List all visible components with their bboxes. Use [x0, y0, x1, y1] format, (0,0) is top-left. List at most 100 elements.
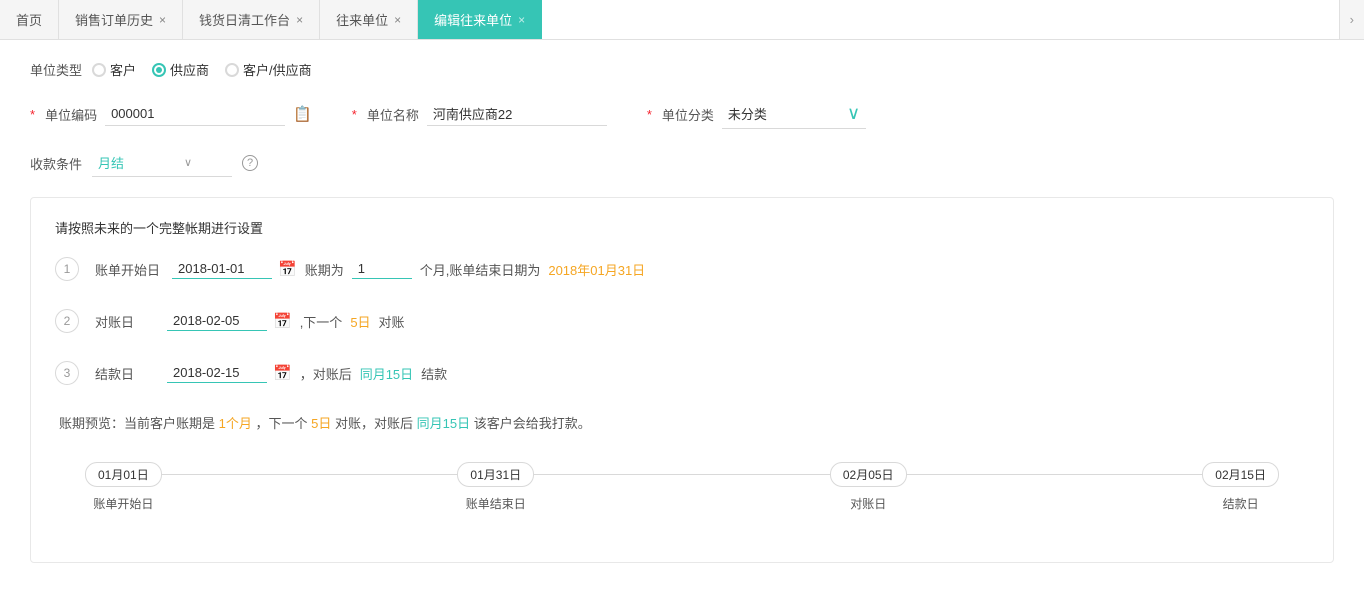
step-2-number: 2 — [55, 309, 79, 333]
tab-sales-history-close[interactable]: × — [159, 13, 166, 27]
unit-name-group: * 单位名称 — [352, 102, 607, 126]
timeline-wrapper: 01月01日 账单开始日 01月31日 账单结束日 02月05日 对账日 02月… — [55, 452, 1309, 542]
step-2-desc-prefix: ,下一个 — [300, 312, 343, 331]
timeline-node-1-label: 账单开始日 — [93, 495, 153, 512]
step-3-calendar[interactable]: 📅 — [273, 364, 292, 382]
tab-home[interactable]: 首页 — [0, 0, 59, 39]
step-3-label: 结款日 — [95, 364, 155, 383]
timeline-node-4: 02月15日 结款日 — [1202, 462, 1279, 512]
radio-supplier[interactable]: 供应商 — [152, 60, 209, 79]
preview-part1: 1个月 — [219, 416, 252, 431]
step-1-suffix: 个月,账单结束日期为 — [420, 260, 541, 279]
tab-cash-work-label: 钱货日清工作台 — [199, 10, 290, 29]
preview-label: 账期预览：当前客户账期是 — [59, 416, 215, 431]
preview-middle1: ，下一个 — [256, 416, 308, 431]
unit-code-star: * — [30, 107, 35, 122]
tab-sales-history[interactable]: 销售订单历史 × — [59, 0, 183, 39]
radio-customer-supplier-circle — [225, 63, 239, 77]
payment-terms-select[interactable]: 月结 ∨ — [92, 149, 232, 177]
preview-part3: 同月15日 — [417, 416, 470, 431]
step-1-date-input[interactable] — [172, 259, 272, 279]
step-3-desc-suffix: 结款 — [421, 364, 447, 383]
unit-code-input[interactable] — [105, 102, 285, 126]
tab-partner-units[interactable]: 往来单位 × — [320, 0, 418, 39]
step-1-number: 1 — [55, 257, 79, 281]
unit-code-icon[interactable]: 📋 — [293, 105, 312, 123]
timeline-node-3-date: 02月05日 — [830, 462, 907, 487]
step-3-date-input[interactable] — [167, 363, 267, 383]
unit-type-label: 单位类型 — [30, 60, 82, 79]
unit-classify-group: * 单位分类 未分类 ∨ — [647, 99, 866, 129]
tab-partner-units-close[interactable]: × — [394, 13, 401, 27]
step-3-highlight: 同月15日 — [360, 364, 413, 383]
step-1-calendar[interactable]: 📅 — [278, 260, 297, 278]
payment-terms-value: 月结 — [98, 153, 124, 172]
unit-type-row: 单位类型 客户 供应商 客户/供应商 — [30, 60, 1334, 79]
tab-bar: 首页 销售订单历史 × 钱货日清工作台 × 往来单位 × 编辑往来单位 × › — [0, 0, 1364, 40]
step-1-period-label: 账期为 — [305, 260, 344, 279]
unit-type-radio-group: 客户 供应商 客户/供应商 — [92, 60, 312, 79]
unit-name-label: 单位名称 — [367, 105, 419, 124]
unit-info-section: * 单位编码 📋 * 单位名称 * 单位分类 未分类 ∨ — [30, 99, 1334, 129]
tab-cash-work-close[interactable]: × — [296, 13, 303, 27]
step-2-calendar[interactable]: 📅 — [273, 312, 292, 330]
unit-classify-value: 未分类 — [728, 104, 767, 123]
radio-customer[interactable]: 客户 — [92, 60, 136, 79]
step-1-period-input[interactable] — [352, 259, 412, 279]
tab-edit-partner-label: 编辑往来单位 — [434, 10, 512, 29]
tab-partner-units-label: 往来单位 — [336, 10, 388, 29]
preview-text: 账期预览：当前客户账期是 1个月 ，下一个 5日 对账，对账后 同月15日 该客… — [55, 413, 1309, 432]
settings-box: 请按照未来的一个完整帐期进行设置 1 账单开始日 📅 账期为 个月,账单结束日期… — [30, 197, 1334, 563]
preview-middle2: 对账，对账后 — [335, 416, 413, 431]
payment-terms-label: 收款条件 — [30, 154, 82, 173]
tab-edit-partner-close[interactable]: × — [518, 13, 525, 27]
step-2-date-input[interactable] — [167, 311, 267, 331]
unit-code-label: 单位编码 — [45, 105, 97, 124]
timeline-node-1: 01月01日 账单开始日 — [85, 462, 162, 512]
radio-customer-supplier-label: 客户/供应商 — [243, 60, 312, 79]
step-2-label: 对账日 — [95, 312, 155, 331]
step-1-row: 1 账单开始日 📅 账期为 个月,账单结束日期为 2018年01月31日 — [55, 257, 1309, 281]
radio-supplier-circle — [152, 63, 166, 77]
timeline-nodes: 01月01日 账单开始日 01月31日 账单结束日 02月05日 对账日 02月… — [85, 462, 1279, 512]
timeline-node-3: 02月05日 对账日 — [830, 462, 907, 512]
radio-supplier-label: 供应商 — [170, 60, 209, 79]
preview-suffix: 该客户会给我打款。 — [474, 416, 591, 431]
timeline-node-2-date: 01月31日 — [457, 462, 534, 487]
tab-more-button[interactable]: › — [1339, 0, 1364, 39]
step-3-row: 3 结款日 📅 ，对账后 同月15日 结款 — [55, 361, 1309, 385]
step-1-label: 账单开始日 — [95, 260, 160, 279]
step-3-number: 3 — [55, 361, 79, 385]
timeline-node-4-date: 02月15日 — [1202, 462, 1279, 487]
unit-classify-arrow: ∨ — [847, 103, 860, 124]
unit-name-star: * — [352, 107, 357, 122]
unit-name-input[interactable] — [427, 102, 607, 126]
radio-customer-supplier[interactable]: 客户/供应商 — [225, 60, 312, 79]
tab-edit-partner[interactable]: 编辑往来单位 × — [418, 0, 542, 39]
timeline-node-2-label: 账单结束日 — [466, 495, 526, 512]
timeline-node-3-label: 对账日 — [850, 495, 886, 512]
timeline-node-1-date: 01月01日 — [85, 462, 162, 487]
radio-customer-circle — [92, 63, 106, 77]
preview-part2: 5日 — [311, 416, 331, 431]
unit-classify-select[interactable]: 未分类 ∨ — [722, 99, 866, 129]
step-2-highlight: 5日 — [350, 312, 370, 331]
help-icon[interactable]: ? — [242, 155, 258, 171]
step-3-desc-prefix: ，对账后 — [300, 364, 352, 383]
timeline-node-4-label: 结款日 — [1223, 495, 1259, 512]
tab-sales-history-label: 销售订单历史 — [75, 10, 153, 29]
step-2-desc-suffix: 对账 — [379, 312, 405, 331]
unit-code-group: * 单位编码 📋 — [30, 102, 312, 126]
timeline-node-2: 01月31日 账单结束日 — [457, 462, 534, 512]
step-2-row: 2 对账日 📅 ,下一个 5日 对账 — [55, 309, 1309, 333]
main-content: 单位类型 客户 供应商 客户/供应商 * 单位编码 📋 * 单位名称 — [0, 40, 1364, 608]
tab-home-label: 首页 — [16, 10, 42, 29]
payment-terms-chevron: ∨ — [184, 156, 192, 169]
tab-cash-work[interactable]: 钱货日清工作台 × — [183, 0, 320, 39]
settings-box-title: 请按照未来的一个完整帐期进行设置 — [55, 218, 1309, 237]
unit-classify-label: 单位分类 — [662, 105, 714, 124]
step-1-end-date: 2018年01月31日 — [548, 260, 645, 279]
unit-classify-star: * — [647, 107, 652, 122]
radio-customer-label: 客户 — [110, 60, 136, 79]
payment-terms-row: 收款条件 月结 ∨ ? — [30, 149, 1334, 177]
